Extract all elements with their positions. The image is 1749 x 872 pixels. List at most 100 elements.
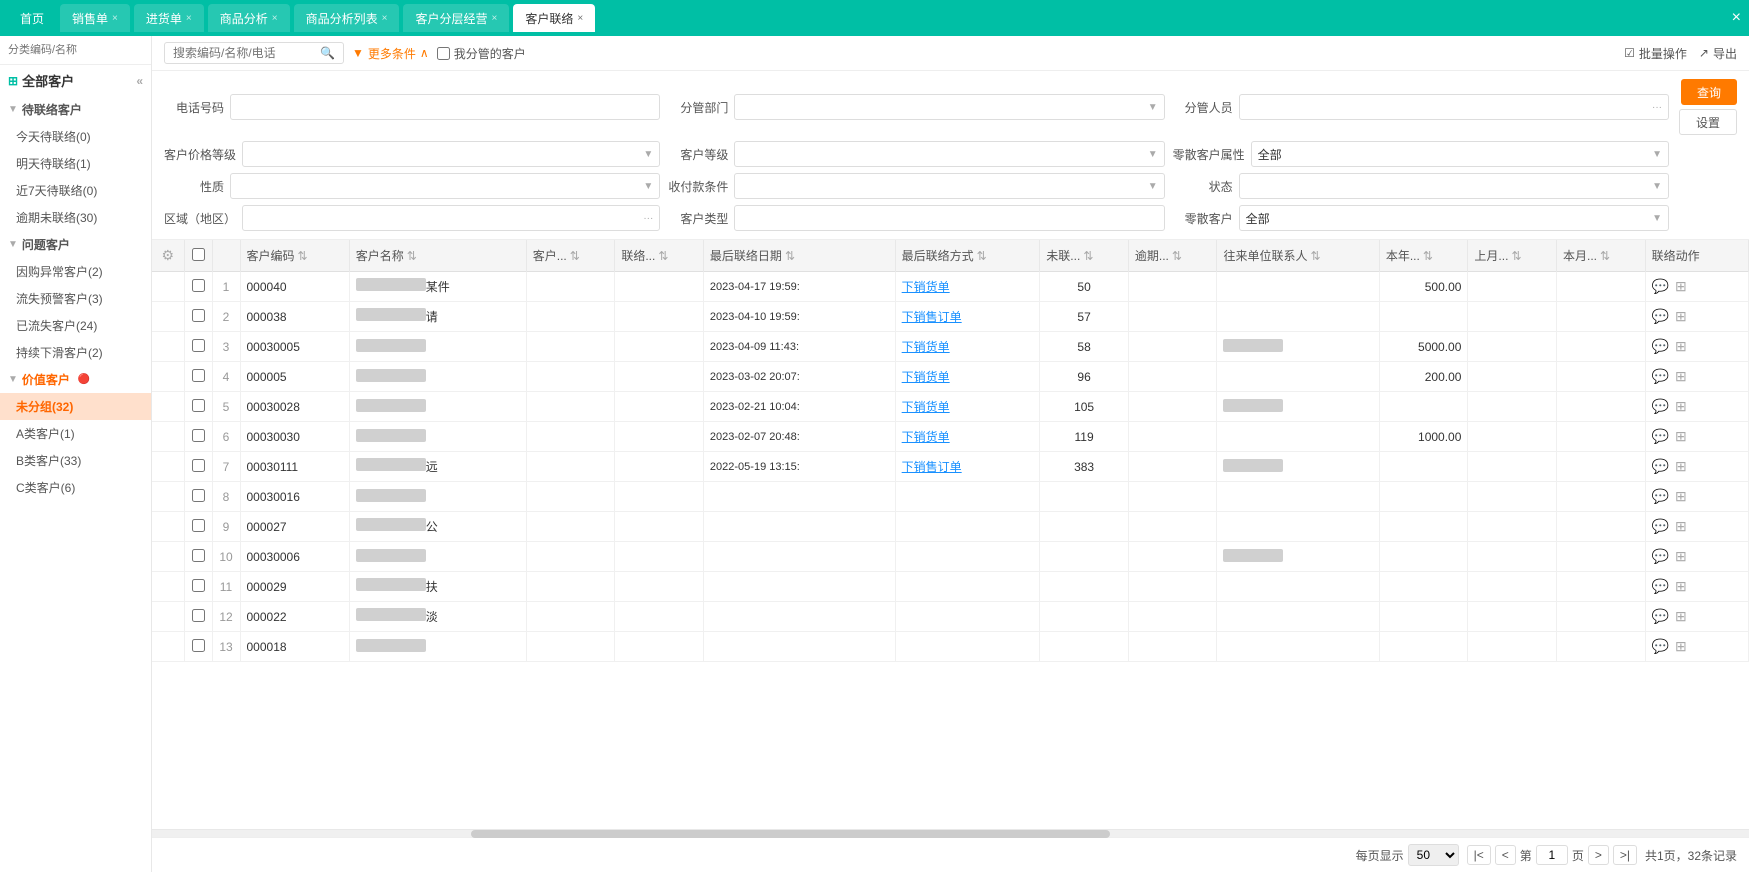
main-search-icon[interactable]: 🔍 <box>320 46 335 60</box>
col-settings[interactable]: ⚙ <box>152 240 184 272</box>
last-contact-method[interactable]: 下销货单 <box>895 272 1040 302</box>
grid-action-icon[interactable]: ⊞ <box>1675 608 1687 625</box>
col-contact[interactable]: 联络... ⇅ <box>615 240 704 272</box>
main-search-box[interactable]: 🔍 <box>164 42 344 64</box>
row-checkbox[interactable] <box>184 482 212 512</box>
last-contact-method[interactable]: 下销售订单 <box>895 452 1040 482</box>
contact-method-link[interactable]: 下销售订单 <box>902 460 962 474</box>
next-page-btn[interactable]: > <box>1588 845 1609 865</box>
row-checkbox[interactable] <box>184 512 212 542</box>
sidebar-search-input[interactable] <box>8 44 150 56</box>
col-no-contact[interactable]: 未联... ⇅ <box>1040 240 1129 272</box>
close-window-icon[interactable]: × <box>1732 9 1741 27</box>
grid-action-icon[interactable]: ⊞ <box>1675 518 1687 535</box>
sort-lastmonth-icon[interactable]: ⇅ <box>1511 249 1521 263</box>
main-search-input[interactable] <box>173 46 316 60</box>
sidebar-item-b-class[interactable]: B类客户(33) <box>0 447 151 474</box>
row-check-input[interactable] <box>192 399 205 412</box>
grid-action-icon[interactable]: ⊞ <box>1675 338 1687 355</box>
sidebar-search-box[interactable]: 🔍 <box>0 36 151 65</box>
h-scroll-thumb[interactable] <box>471 830 1110 838</box>
prev-page-btn[interactable]: < <box>1495 845 1516 865</box>
last-contact-method[interactable]: 下销货单 <box>895 392 1040 422</box>
grid-action-icon[interactable]: ⊞ <box>1675 278 1687 295</box>
payment-select[interactable]: ▼ <box>734 173 1164 199</box>
last-contact-method[interactable] <box>895 512 1040 542</box>
sort-company-icon[interactable]: ⇅ <box>1311 249 1321 263</box>
phone-input[interactable] <box>230 94 660 120</box>
settings-icon[interactable]: ⚙ <box>161 247 174 263</box>
batch-operation-btn[interactable]: ☑ 批量操作 <box>1624 45 1687 62</box>
sort-date-icon[interactable]: ⇅ <box>785 249 795 263</box>
row-checkbox[interactable] <box>184 272 212 302</box>
last-contact-method[interactable] <box>895 602 1040 632</box>
chat-icon[interactable]: 💬 <box>1652 548 1669 565</box>
chat-icon[interactable]: 💬 <box>1652 518 1669 535</box>
close-product-analysis-list-icon[interactable]: × <box>382 13 388 24</box>
collapse-sidebar-icon[interactable]: « <box>136 74 143 88</box>
col-company-contact[interactable]: 往来单位联系人 ⇅ <box>1217 240 1379 272</box>
row-checkbox[interactable] <box>184 632 212 662</box>
grid-action-icon[interactable]: ⊞ <box>1675 638 1687 655</box>
sidebar-item-a-class[interactable]: A类客户(1) <box>0 420 151 447</box>
contact-method-link[interactable]: 下销货单 <box>902 370 950 384</box>
sidebar-item-churned[interactable]: 已流失客户(24) <box>0 312 151 339</box>
col-last-month[interactable]: 上月... ⇅ <box>1468 240 1557 272</box>
close-product-analysis-icon[interactable]: × <box>272 13 278 24</box>
close-purchase-icon[interactable]: × <box>186 13 192 24</box>
col-overdue[interactable]: 逾期... ⇅ <box>1128 240 1217 272</box>
current-page-input[interactable] <box>1536 845 1568 865</box>
close-sales-icon[interactable]: × <box>112 13 118 24</box>
my-customers-checkbox[interactable]: 我分管的客户 <box>437 45 526 62</box>
sort-method-icon[interactable]: ⇅ <box>977 249 987 263</box>
row-checkbox[interactable] <box>184 422 212 452</box>
contact-method-link[interactable]: 下销货单 <box>902 280 950 294</box>
row-check-input[interactable] <box>192 489 205 502</box>
chat-icon[interactable]: 💬 <box>1652 488 1669 505</box>
row-check-input[interactable] <box>192 579 205 592</box>
last-contact-method[interactable] <box>895 482 1040 512</box>
region-select[interactable]: ··· <box>242 205 660 231</box>
tab-product-analysis[interactable]: 商品分析 × <box>208 4 290 32</box>
row-checkbox[interactable] <box>184 572 212 602</box>
col-checkbox[interactable] <box>184 240 212 272</box>
grid-action-icon[interactable]: ⊞ <box>1675 458 1687 475</box>
row-check-input[interactable] <box>192 639 205 652</box>
query-button[interactable]: 查询 <box>1681 79 1737 105</box>
row-check-input[interactable] <box>192 429 205 442</box>
nature-select[interactable]: ▼ <box>230 173 660 199</box>
col-this-month[interactable]: 本月... ⇅ <box>1557 240 1646 272</box>
tab-sales[interactable]: 销售单 × <box>60 4 130 32</box>
reset-button[interactable]: 设置 <box>1679 109 1737 135</box>
per-page-select[interactable]: 50 100 200 <box>1408 844 1459 866</box>
contact-method-link[interactable]: 下销货单 <box>902 400 950 414</box>
grid-action-icon[interactable]: ⊞ <box>1675 428 1687 445</box>
col-last-contact-date[interactable]: 最后联络日期 ⇅ <box>703 240 895 272</box>
tab-home[interactable]: 首页 <box>8 4 56 32</box>
sort-type-icon[interactable]: ⇅ <box>570 249 580 263</box>
dept-select[interactable]: ▼ <box>734 94 1164 120</box>
row-checkbox[interactable] <box>184 392 212 422</box>
last-contact-method[interactable] <box>895 542 1040 572</box>
row-check-input[interactable] <box>192 339 205 352</box>
row-check-input[interactable] <box>192 459 205 472</box>
sidebar-item-abnormal[interactable]: 因购异常客户(2) <box>0 258 151 285</box>
chat-icon[interactable]: 💬 <box>1652 638 1669 655</box>
row-check-input[interactable] <box>192 519 205 532</box>
grid-action-icon[interactable]: ⊞ <box>1675 398 1687 415</box>
grid-action-icon[interactable]: ⊞ <box>1675 308 1687 325</box>
sidebar-item-tomorrow[interactable]: 明天待联络(1) <box>0 150 151 177</box>
row-check-input[interactable] <box>192 309 205 322</box>
chat-icon[interactable]: 💬 <box>1652 458 1669 475</box>
tab-product-analysis-list[interactable]: 商品分析列表 × <box>294 4 400 32</box>
col-code[interactable]: 客户编码 ⇅ <box>240 240 349 272</box>
col-this-year[interactable]: 本年... ⇅ <box>1379 240 1468 272</box>
chat-icon[interactable]: 💬 <box>1652 428 1669 445</box>
sidebar-item-declining[interactable]: 持续下滑客户(2) <box>0 339 151 366</box>
status-select[interactable]: ▼ <box>1239 173 1669 199</box>
last-contact-method[interactable]: 下销货单 <box>895 332 1040 362</box>
sort-overdue-icon[interactable]: ⇅ <box>1172 249 1182 263</box>
sort-thismonth-icon[interactable]: ⇅ <box>1600 249 1610 263</box>
last-contact-method[interactable]: 下销货单 <box>895 422 1040 452</box>
contact-method-link[interactable]: 下销货单 <box>902 430 950 444</box>
